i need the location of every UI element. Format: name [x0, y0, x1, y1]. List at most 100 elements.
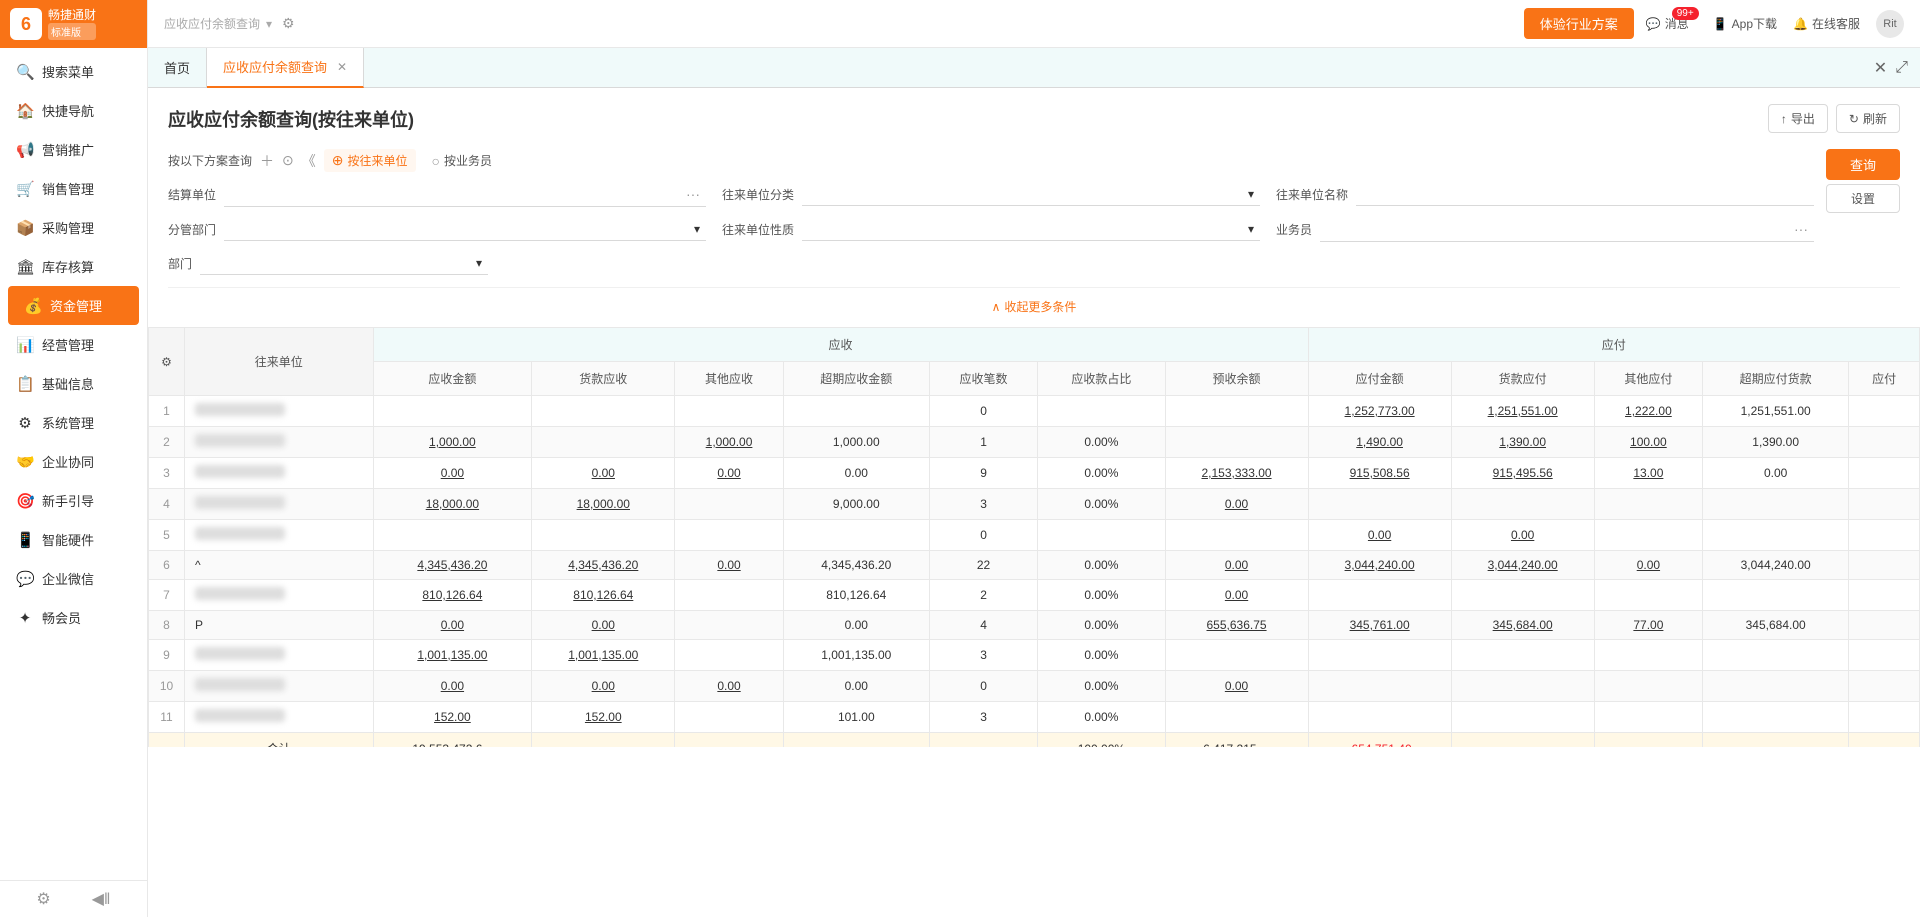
dept-manager-select[interactable]: ▾ — [224, 218, 706, 241]
cell-r-amount[interactable]: 152.00 — [373, 702, 532, 733]
service-button[interactable]: 🔔 在线客服 — [1793, 15, 1860, 32]
refresh-button[interactable]: ↻ 刷新 — [1836, 104, 1900, 133]
cell-p-amount[interactable]: 0.00 — [1308, 520, 1451, 551]
cell-r-amount[interactable]: 1,001,135.00 — [373, 640, 532, 671]
cell-r-overdue: 0.00 — [783, 671, 929, 702]
cell-r-goods[interactable]: 0.00 — [532, 671, 675, 702]
cell-p-goods[interactable]: 3,044,240.00 — [1451, 551, 1594, 580]
cell-p-other[interactable]: 100.00 — [1594, 427, 1702, 458]
collapse-sidebar-icon[interactable]: ◀‖ — [92, 889, 111, 909]
cell-r-amount[interactable]: 0.00 — [373, 611, 532, 640]
scheme-option-salesman[interactable]: ○ 按业务员 — [424, 149, 500, 172]
cell-r-goods[interactable]: 18,000.00 — [532, 489, 675, 520]
footer-r-prepaid[interactable]: 6,417,215.... — [1165, 733, 1308, 748]
cell-r-amount[interactable]: 1,000.00 — [373, 427, 532, 458]
cell-r-prepaid[interactable]: 0.00 — [1165, 671, 1308, 702]
sidebar-item-nav[interactable]: 🏠 快捷导航 — [0, 91, 147, 130]
footer-p-amount[interactable]: -654,751.40 — [1308, 733, 1451, 748]
gear-icon[interactable]: ⚙ — [282, 15, 295, 32]
unit-category-select[interactable]: ▾ — [802, 183, 1260, 206]
cell-p-amount[interactable]: 1,490.00 — [1308, 427, 1451, 458]
sidebar-item-system[interactable]: ⚙ 系统管理 — [0, 403, 147, 442]
cell-p-other[interactable]: 77.00 — [1594, 611, 1702, 640]
unit-nature-select[interactable]: ▾ — [802, 218, 1260, 241]
settlement-input[interactable]: ··· — [224, 182, 706, 207]
cell-p-other[interactable]: 1,222.00 — [1594, 396, 1702, 427]
sidebar-item-enterprise[interactable]: 🤝 企业协同 — [0, 442, 147, 481]
cell-r-amount[interactable]: 18,000.00 — [373, 489, 532, 520]
sidebar-logo: 6 畅捷通财 标准版 — [0, 0, 147, 48]
app-download-button[interactable]: 📱 App下载 — [1713, 15, 1777, 32]
cell-r-prepaid[interactable]: 0.00 — [1165, 580, 1308, 611]
tab-fullscreen-button[interactable]: ⤢ — [1895, 59, 1908, 77]
collapse-filter-button[interactable]: ∧ 收起更多条件 — [168, 294, 1900, 319]
cell-p-amount[interactable]: 1,252,773.00 — [1308, 396, 1451, 427]
salesman-input[interactable]: ··· — [1320, 217, 1814, 242]
footer-r-amount[interactable]: 19,553,472,6... — [373, 733, 532, 748]
sidebar-item-inventory[interactable]: 🏛 库存核算 — [0, 247, 147, 286]
message-button[interactable]: 💬 消息 99+ — [1646, 15, 1689, 32]
sidebar-item-sales[interactable]: 🛒 销售管理 — [0, 169, 147, 208]
sidebar-item-basic[interactable]: 📋 基础信息 — [0, 364, 147, 403]
cell-p-other[interactable]: 13.00 — [1594, 458, 1702, 489]
cell-r-other[interactable]: 1,000.00 — [675, 427, 783, 458]
table-settings-icon[interactable]: ⚙ — [161, 355, 172, 369]
arrow-scheme-button[interactable]: 《 — [302, 151, 316, 171]
solution-button[interactable]: 体验行业方案 — [1524, 8, 1634, 39]
tab-home[interactable]: 首页 — [148, 48, 207, 88]
cell-p-amount[interactable]: 3,044,240.00 — [1308, 551, 1451, 580]
cell-r-amount[interactable]: 0.00 — [373, 671, 532, 702]
tab-close-window-button[interactable]: ✕ — [1874, 58, 1887, 78]
cell-r-amount[interactable]: 0.00 — [373, 458, 532, 489]
cell-r-goods[interactable]: 810,126.64 — [532, 580, 675, 611]
cell-p-goods[interactable]: 0.00 — [1451, 520, 1594, 551]
cell-p-goods[interactable]: 345,684.00 — [1451, 611, 1594, 640]
cell-r-goods[interactable]: 0.00 — [532, 458, 675, 489]
export-button[interactable]: ↑ 导出 — [1768, 104, 1828, 133]
cell-r-prepaid — [1165, 396, 1308, 427]
cell-r-other[interactable]: 0.00 — [675, 551, 783, 580]
chevron-down-icon[interactable]: ▾ — [266, 17, 272, 31]
cell-r-goods[interactable]: 1,001,135.00 — [532, 640, 675, 671]
cell-p-amount[interactable]: 915,508.56 — [1308, 458, 1451, 489]
cell-r-other[interactable]: 0.00 — [675, 671, 783, 702]
sidebar-item-member[interactable]: ✦ 畅会员 — [0, 598, 147, 637]
cell-r-other[interactable]: 0.00 — [675, 458, 783, 489]
cell-r-prepaid[interactable]: 655,636.75 — [1165, 611, 1308, 640]
add-scheme-button[interactable]: ＋ — [260, 151, 274, 171]
cell-r-goods[interactable]: 4,345,436.20 — [532, 551, 675, 580]
cell-p-goods[interactable]: 1,390.00 — [1451, 427, 1594, 458]
cell-r-goods[interactable]: 0.00 — [532, 611, 675, 640]
edit-scheme-button[interactable]: ⊙ — [282, 152, 294, 169]
settings-bottom-icon[interactable]: ⚙ — [36, 889, 50, 909]
sidebar-item-wechat[interactable]: 💬 企业微信 — [0, 559, 147, 598]
setting-button[interactable]: 设置 — [1826, 184, 1900, 213]
cell-p-goods[interactable]: 915,495.56 — [1451, 458, 1594, 489]
sidebar-item-hardware[interactable]: 📱 智能硬件 — [0, 520, 147, 559]
sidebar-item-marketing[interactable]: 📢 营销推广 — [0, 130, 147, 169]
th-settings[interactable]: ⚙ — [149, 328, 185, 396]
cell-p-goods[interactable]: 1,251,551.00 — [1451, 396, 1594, 427]
tab-query[interactable]: 应收应付余额查询 ✕ — [207, 48, 364, 88]
cell-r-amount[interactable]: 4,345,436.20 — [373, 551, 532, 580]
tab-close-icon[interactable]: ✕ — [337, 60, 347, 74]
footer-p-overdue — [1703, 733, 1849, 748]
sidebar-item-operation[interactable]: 📊 经营管理 — [0, 325, 147, 364]
cell-p-other[interactable]: 0.00 — [1594, 551, 1702, 580]
cell-r-count: 22 — [929, 551, 1037, 580]
sidebar-item-guide[interactable]: 🎯 新手引导 — [0, 481, 147, 520]
cell-r-prepaid[interactable]: 0.00 — [1165, 551, 1308, 580]
cell-p-amount[interactable]: 345,761.00 — [1308, 611, 1451, 640]
dept-select[interactable]: ▾ — [200, 252, 488, 275]
unit-name-input[interactable] — [1356, 183, 1814, 206]
query-button[interactable]: 查询 — [1826, 149, 1900, 180]
sidebar-item-purchase[interactable]: 📦 采购管理 — [0, 208, 147, 247]
cell-r-prepaid[interactable]: 2,153,333.00 — [1165, 458, 1308, 489]
scheme-option-partner[interactable]: ⊕ 按往来单位 — [324, 149, 416, 172]
cell-r-amount[interactable]: 810,126.64 — [373, 580, 532, 611]
sidebar-item-finance[interactable]: 💰 资金管理 — [8, 286, 139, 325]
cell-r-goods[interactable]: 152.00 — [532, 702, 675, 733]
user-avatar[interactable]: Rit — [1876, 10, 1904, 38]
sidebar-item-search[interactable]: 🔍 搜索菜单 — [0, 52, 147, 91]
cell-r-prepaid[interactable]: 0.00 — [1165, 489, 1308, 520]
